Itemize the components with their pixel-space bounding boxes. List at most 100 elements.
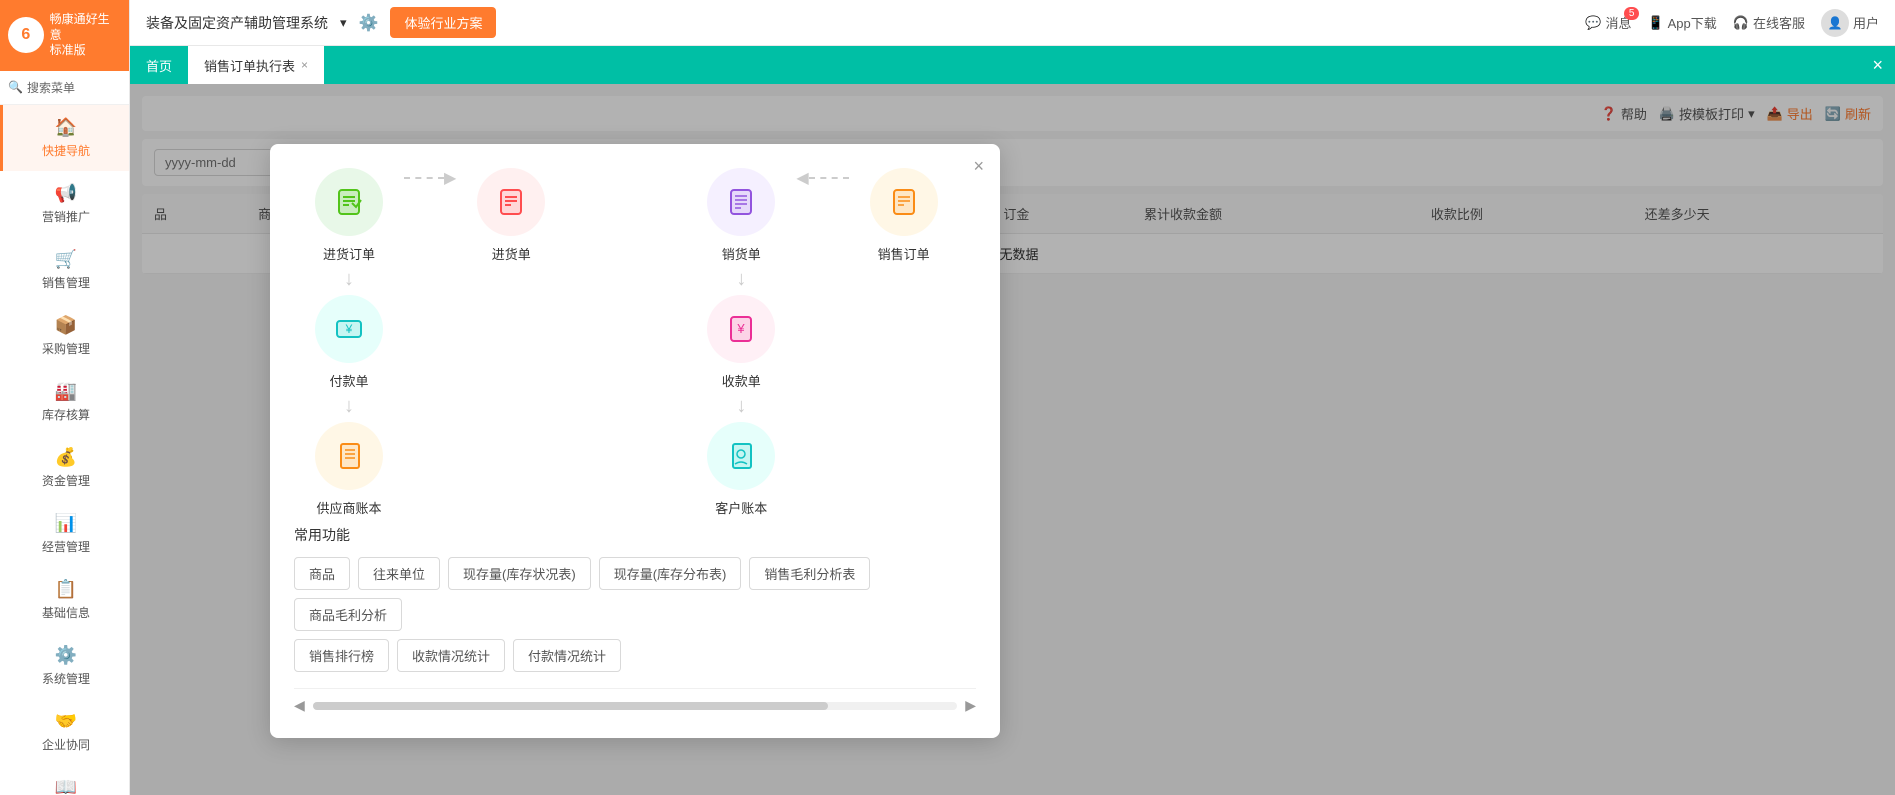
sidebar-item-label: 采购管理 <box>42 340 90 357</box>
settings-icon[interactable]: ⚙️ <box>359 13 379 33</box>
dropdown-icon: ▾ <box>340 15 347 31</box>
message-btn[interactable]: 💬 消息 5 <box>1585 13 1631 32</box>
avatar: 👤 <box>1821 9 1849 37</box>
popup-close-btn[interactable]: × <box>973 156 984 177</box>
topbar: 装备及固定资产辅助管理系统 ▾ ⚙️ 体验行业方案 💬 消息 5 📱 App下载… <box>130 0 1895 46</box>
newbie-icon: 📖 <box>55 777 77 795</box>
search-label: 搜索菜单 <box>27 79 75 96</box>
purchase-order-node[interactable]: 进货订单 <box>294 168 404 263</box>
scroll-left-btn[interactable]: ◀ <box>294 697 305 714</box>
search-icon: 🔍 <box>8 80 23 94</box>
sidebar-item-label: 销售管理 <box>42 274 90 291</box>
sidebar-item-newbie[interactable]: 📖 新手引导 <box>0 765 129 795</box>
tab-sales-order-exec[interactable]: 销售订单执行表 × <box>188 46 324 84</box>
svg-text:¥: ¥ <box>737 321 746 336</box>
marketing-icon: 📢 <box>55 183 77 204</box>
payment-node[interactable]: ¥ 付款单 <box>294 295 404 390</box>
sales-bill-label: 销货单 <box>722 244 761 263</box>
payment-circle: ¥ <box>315 295 383 363</box>
sidebar-logo[interactable]: 6 畅康通好生意 标准版 <box>0 0 129 71</box>
system-title: 装备及固定资产辅助管理系统 <box>146 13 328 33</box>
sidebar-item-label: 基础信息 <box>42 604 90 621</box>
user-name: 用户 <box>1853 13 1879 32</box>
sidebar-item-enterprise[interactable]: 🤝 企业协同 <box>0 699 129 765</box>
flow-diagram: 进货订单 ↓ ¥ 付款单 ↓ <box>294 168 976 517</box>
receipt-node[interactable]: ¥ 收款单 <box>686 295 796 390</box>
sidebar-item-operation[interactable]: 📊 经营管理 <box>0 501 129 567</box>
sidebar-item-purchase[interactable]: 📦 采购管理 <box>0 303 129 369</box>
func-btn-receipt-stat[interactable]: 收款情况统计 <box>397 639 505 672</box>
payment-label: 付款单 <box>329 371 368 390</box>
sidebar-item-label: 营销推广 <box>42 208 90 225</box>
logo-text: 畅康通好生意 标准版 <box>50 12 121 59</box>
down-arrow-2: ↓ <box>736 267 746 291</box>
receipt-label: 收款单 <box>722 371 761 390</box>
popup-dialog: × 进货订单 ↓ <box>270 144 1000 738</box>
tab-close-window-icon[interactable]: × <box>1860 55 1895 76</box>
customer-ledger-node[interactable]: 客户账本 <box>686 422 796 517</box>
logo-icon: 6 <box>8 17 44 53</box>
tab-close-icon[interactable]: × <box>301 58 308 72</box>
service-icon: 🎧 <box>1733 15 1749 31</box>
sidebar-item-sales[interactable]: 🛒 销售管理 <box>0 237 129 303</box>
sidebar-item-quick-nav[interactable]: 🏠 快捷导航 <box>0 105 129 171</box>
supplier-ledger-label: 供应商账本 <box>316 498 381 517</box>
tab-home-label: 首页 <box>146 56 172 75</box>
sidebar-item-basic[interactable]: 📋 基础信息 <box>0 567 129 633</box>
func-btn-partner[interactable]: 往来单位 <box>358 557 440 590</box>
download-icon: 📱 <box>1647 15 1663 31</box>
sales-order-label: 销售订单 <box>878 244 930 263</box>
popup-scrollbar: ◀ ▶ <box>294 688 976 714</box>
sidebar-item-label: 企业协同 <box>42 736 90 753</box>
func-btn-stock-dist[interactable]: 现存量(库存分布表) <box>599 557 742 590</box>
user-menu[interactable]: 👤 用户 <box>1821 9 1879 37</box>
left-flow-col: 进货订单 ↓ ¥ 付款单 ↓ <box>294 168 404 517</box>
sales-bill-circle <box>707 168 775 236</box>
topbar-dropdown[interactable]: ▾ <box>340 15 347 31</box>
popup-overlay[interactable]: × 进货订单 ↓ <box>130 84 1895 795</box>
sidebar-search[interactable]: 🔍 搜索菜单 <box>0 71 129 105</box>
purchase-bill-circle <box>477 168 545 236</box>
basic-icon: 📋 <box>55 579 77 600</box>
home-icon: 🏠 <box>55 117 77 138</box>
sales-bill-node[interactable]: 销货单 <box>686 168 796 263</box>
supplier-ledger-circle <box>315 422 383 490</box>
tab-home[interactable]: 首页 <box>130 46 188 84</box>
sales-order-node[interactable]: 销售订单 <box>849 168 959 263</box>
func-btn-stock-status[interactable]: 现存量(库存状况表) <box>448 557 591 590</box>
h-arrow-2: ◀ <box>796 168 848 244</box>
func-btn-payment-stat[interactable]: 付款情况统计 <box>513 639 621 672</box>
purchase-order-label: 进货订单 <box>323 244 375 263</box>
sidebar-item-label: 资金管理 <box>42 472 90 489</box>
message-badge: 5 <box>1624 7 1640 20</box>
experience-button[interactable]: 体验行业方案 <box>390 7 496 38</box>
func-btn-goods-gross[interactable]: 商品毛利分析 <box>294 598 402 631</box>
function-buttons: 商品 往来单位 现存量(库存状况表) 现存量(库存分布表) 销售毛利分析表 商品… <box>294 557 976 631</box>
sidebar-nav: 🏠 快捷导航 📢 营销推广 🛒 销售管理 📦 采购管理 🏭 库存核算 💰 <box>0 105 129 795</box>
func-btn-sales-rank[interactable]: 销售排行榜 <box>294 639 389 672</box>
scroll-track[interactable] <box>313 702 957 710</box>
online-service-label: 在线客服 <box>1753 13 1805 32</box>
scroll-right-btn[interactable]: ▶ <box>965 697 976 714</box>
enterprise-icon: 🤝 <box>55 711 77 732</box>
topbar-right: 💬 消息 5 📱 App下载 🎧 在线客服 👤 用户 <box>1585 9 1879 37</box>
customer-ledger-label: 客户账本 <box>715 498 767 517</box>
purchase-bill-node[interactable]: 进货单 <box>456 168 566 263</box>
sidebar-item-system[interactable]: ⚙️ 系统管理 <box>0 633 129 699</box>
purchase-order-circle <box>315 168 383 236</box>
main-area: 装备及固定资产辅助管理系统 ▾ ⚙️ 体验行业方案 💬 消息 5 📱 App下载… <box>130 0 1895 795</box>
sidebar-item-label: 库存核算 <box>42 406 90 423</box>
message-icon: 💬 <box>1585 15 1601 31</box>
sidebar-item-label: 系统管理 <box>42 670 90 687</box>
finance-icon: 💰 <box>55 447 77 468</box>
sidebar-item-inventory[interactable]: 🏭 库存核算 <box>0 369 129 435</box>
sidebar-item-marketing[interactable]: 📢 营销推广 <box>0 171 129 237</box>
sidebar-item-finance[interactable]: 💰 资金管理 <box>0 435 129 501</box>
purchase-bill-label: 进货单 <box>492 244 531 263</box>
func-btn-sales-gross[interactable]: 销售毛利分析表 <box>749 557 870 590</box>
down-arrow-4: ↓ <box>736 394 746 418</box>
func-btn-goods[interactable]: 商品 <box>294 557 350 590</box>
supplier-ledger-node[interactable]: 供应商账本 <box>294 422 404 517</box>
app-download-btn[interactable]: 📱 App下载 <box>1647 13 1716 32</box>
online-service-btn[interactable]: 🎧 在线客服 <box>1733 13 1805 32</box>
